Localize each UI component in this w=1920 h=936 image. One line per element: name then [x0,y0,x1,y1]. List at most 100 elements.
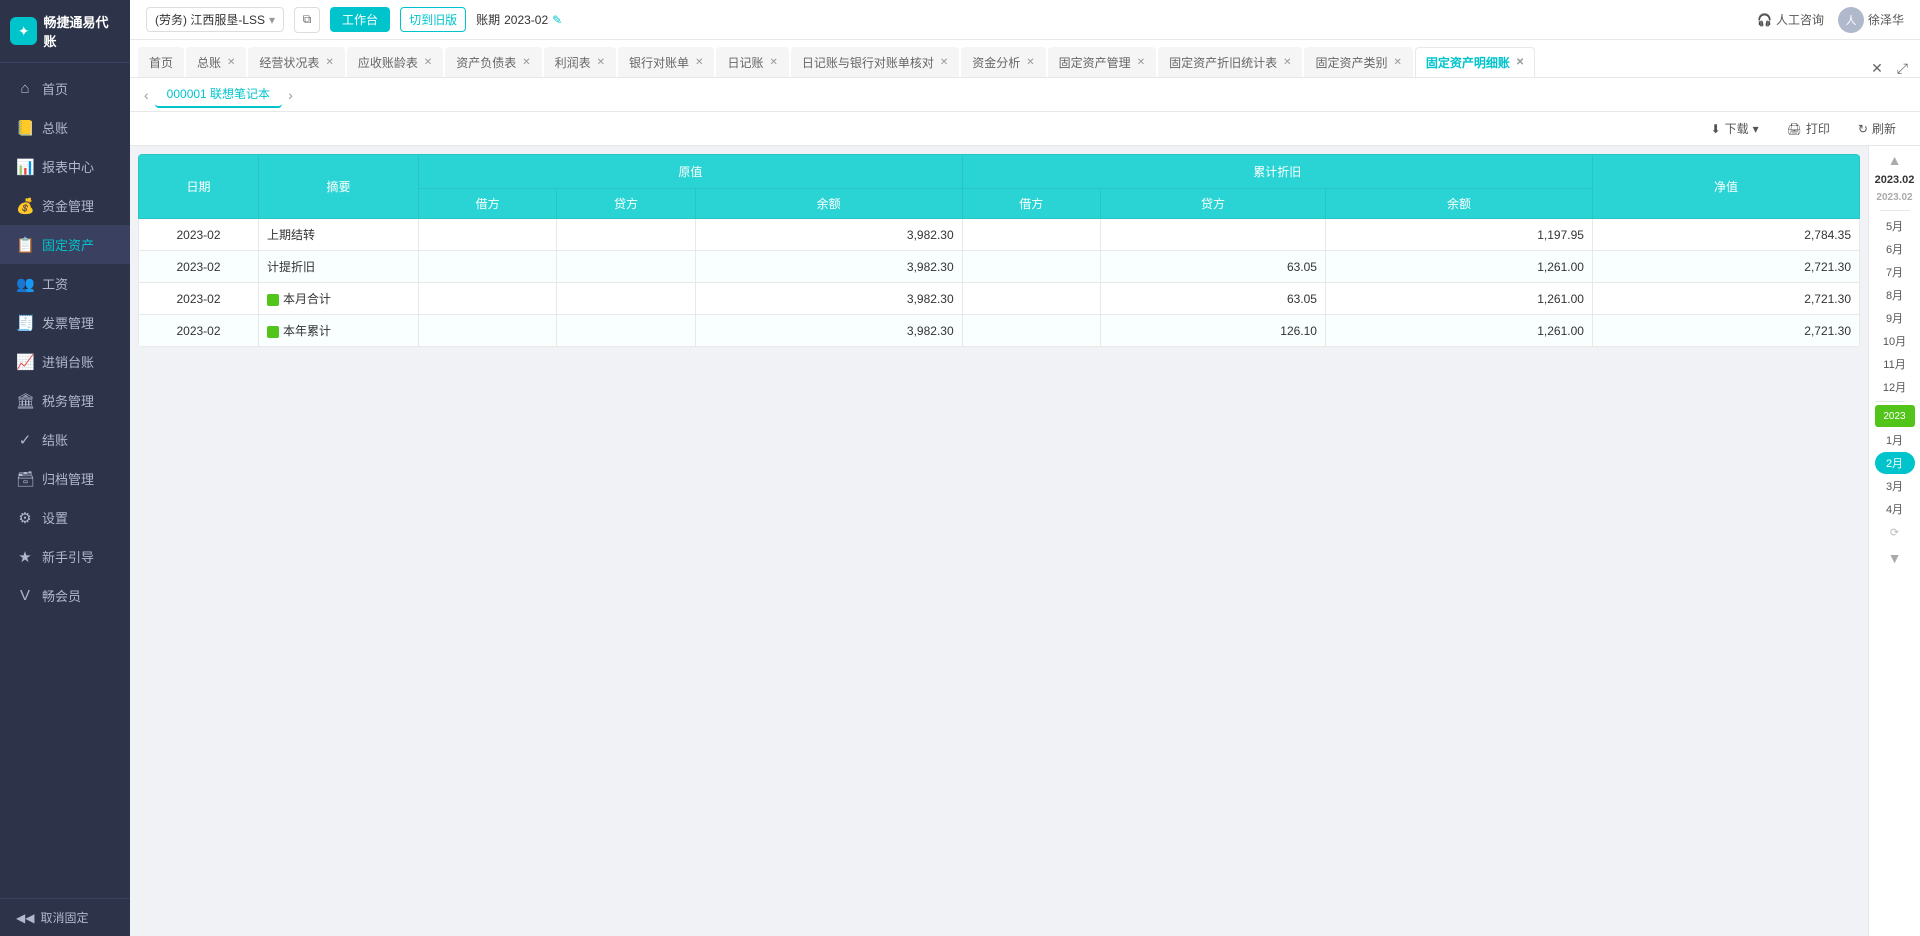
sidebar-item-payroll[interactable]: 👥 工资 [0,264,130,303]
sidebar-item-fixed-assets[interactable]: 📋 固定资产 [0,225,130,264]
month-2022-8月[interactable]: 8月 [1875,284,1915,306]
copy-button[interactable]: ⧉ [294,7,320,33]
sidebar-item-reports[interactable]: 📊 报表中心 [0,147,130,186]
cell-orig-balance: 3,982.30 [695,251,962,283]
period-value: 2023-02 [504,13,548,27]
sidebar-item-capital[interactable]: 💰 资金管理 [0,186,130,225]
tab-balance-sheet[interactable]: 资产负债表 ✕ [445,47,541,77]
sidebar-label-payroll: 工资 [42,274,68,293]
tab-fixed-detail[interactable]: 固定资产明细账✕ [1415,47,1535,77]
close-tab-balance-sheet[interactable]: ✕ [522,57,530,68]
close-tab-business-status[interactable]: ✕ [325,57,333,68]
sidebar-item-invoice[interactable]: 🧾 发票管理 [0,303,130,342]
company-selector[interactable]: (劳务) 江西服垦-LSS ▾ [146,7,284,32]
month-2022-9月[interactable]: 9月 [1875,307,1915,329]
next-tab-btn[interactable]: › [286,85,295,105]
month-2022-6月[interactable]: 6月 [1875,238,1915,260]
green-tag [267,326,279,338]
tab-fixed-category[interactable]: 固定资产类别✕ [1304,47,1412,77]
tab-receivable[interactable]: 应收账龄表✕ [347,47,443,77]
tab-capital-analysis[interactable]: 资金分析✕ [961,47,1045,77]
user-info[interactable]: 人 徐泽华 [1838,7,1904,33]
sidebar-item-member[interactable]: V 畅会员 [0,576,130,615]
sub-tab-label: 000001 联想笔记本 [167,85,270,102]
month-2022-10月[interactable]: 10月 [1875,330,1915,352]
switch-old-button[interactable]: 切到旧版 [400,7,466,32]
tab-business-status[interactable]: 经营状况表✕ [248,47,344,77]
cell-net-value: 2,784.35 [1592,219,1859,251]
sidebar-item-settings[interactable]: ⚙ 设置 [0,498,130,537]
sidebar-item-home[interactable]: ⌂ 首页 [0,69,130,108]
close-all-tabs-btn[interactable]: ✕ [1867,60,1887,77]
cell-accum-debit [962,219,1100,251]
close-tab-fixed-category[interactable]: ✕ [1394,57,1402,68]
close-tab-ledger[interactable]: ✕ [227,57,235,68]
guide-icon: ★ [16,548,34,566]
tab-label-ledger: 总账 [197,54,221,71]
tab-fixed-mgmt[interactable]: 固定资产管理 ✕ [1048,47,1156,77]
right-panel: ▲ 2023.02 2023.02 5月6月7月8月9月10月11月12月202… [1868,146,1920,936]
tab-label-balance-sheet: 资产负债表 [456,54,516,71]
tab-label-depreciation-stat: 固定资产折旧统计表 [1169,54,1277,71]
close-tab-depreciation-stat[interactable]: ✕ [1283,57,1291,68]
col-original-value: 原值 [419,155,963,189]
sidebar-item-sales[interactable]: 📈 进销台账 [0,342,130,381]
consult-label: 人工咨询 [1776,11,1824,28]
sidebar-item-archive[interactable]: 🗃 归档管理 [0,459,130,498]
tab-bank-statement[interactable]: 银行对账单 ✕ [618,47,714,77]
close-tab-receivable[interactable]: ✕ [424,57,432,68]
top-header: (劳务) 江西服垦-LSS ▾ ⧉ 工作台 切到旧版 账期 2023-02 ✎ … [130,0,1920,40]
cell-orig-debit [419,251,557,283]
tab-bank-check[interactable]: 日记账与银行对账单核对✕ [791,47,959,77]
close-tab-capital-analysis[interactable]: ✕ [1026,57,1034,68]
cell-net-value: 2,721.30 [1592,283,1859,315]
month-2023-1月[interactable]: 1月 [1875,429,1915,451]
close-tab-fixed-detail[interactable]: ✕ [1516,57,1524,68]
refresh-button[interactable]: ↻ 刷新 [1850,117,1904,140]
orig-credit: 贷方 [557,189,695,219]
close-tab-bank-statement[interactable]: ✕ [695,57,703,68]
tab-label-fixed-mgmt: 固定资产管理 [1059,54,1131,71]
print-button[interactable]: 🖨 打印 [1779,117,1838,140]
month-2023-3月[interactable]: 3月 [1875,475,1915,497]
sidebar-label-ledger: 总账 [42,118,68,137]
edit-icon[interactable]: ✎ [552,13,562,27]
cell-desc: 上期结转 [259,219,419,251]
sidebar-item-checkout[interactable]: ✓ 结账 [0,420,130,459]
month-2022-7月[interactable]: 7月 [1875,261,1915,283]
tab-profit[interactable]: 利润表✕ [544,47,616,77]
workspace-button[interactable]: 工作台 [330,7,390,32]
sub-tab-asset[interactable]: 000001 联想笔记本 [155,81,282,108]
tab-depreciation-stat[interactable]: 固定资产折旧统计表 ✕ [1158,47,1302,77]
sidebar-label-capital: 资金管理 [42,196,94,215]
close-tab-fixed-mgmt[interactable]: ✕ [1137,57,1145,68]
tab-ledger[interactable]: 总账 ✕ [186,47,246,77]
month-2023-2月[interactable]: 2月 [1875,452,1915,474]
payroll-icon: 👥 [16,275,34,293]
close-tab-journal[interactable]: ✕ [769,57,777,68]
sidebar-item-guide[interactable]: ★ 新手引导 [0,537,130,576]
month-2023-4月[interactable]: 4月 [1875,498,1915,520]
sync-icon[interactable]: ⟳ [1875,521,1915,543]
month-2022-11月[interactable]: 11月 [1875,353,1915,375]
tab-home[interactable]: 首页 [138,47,184,77]
prev-tab-btn[interactable]: ‹ [142,85,151,105]
tab-journal[interactable]: 日记账✕ [716,47,788,77]
month-2022-5月[interactable]: 5月 [1875,215,1915,237]
pin-toggle[interactable]: ◀◀ 取消固定 [0,898,130,936]
download-button[interactable]: ⬇ 下载 ▾ [1703,117,1767,140]
sidebar-item-ledger[interactable]: 📒 总账 [0,108,130,147]
col-desc: 摘要 [259,155,419,219]
scroll-down-btn[interactable]: ▼ [1886,548,1904,568]
checkout-icon: ✓ [16,431,34,449]
print-icon: 🖨 [1787,122,1802,136]
year-divider-2023 [1875,401,1905,402]
close-tab-bank-check[interactable]: ✕ [940,57,948,68]
expand-tabs-btn[interactable]: ⤢ [1893,60,1912,77]
tab-label-bank-statement: 银行对账单 [629,54,689,71]
month-2022-12月[interactable]: 12月 [1875,376,1915,398]
sidebar-item-tax[interactable]: 🏛 税务管理 [0,381,130,420]
consult-button[interactable]: 🎧 人工咨询 [1757,11,1824,28]
close-tab-profit[interactable]: ✕ [597,57,605,68]
scroll-up-btn[interactable]: ▲ [1886,150,1904,170]
